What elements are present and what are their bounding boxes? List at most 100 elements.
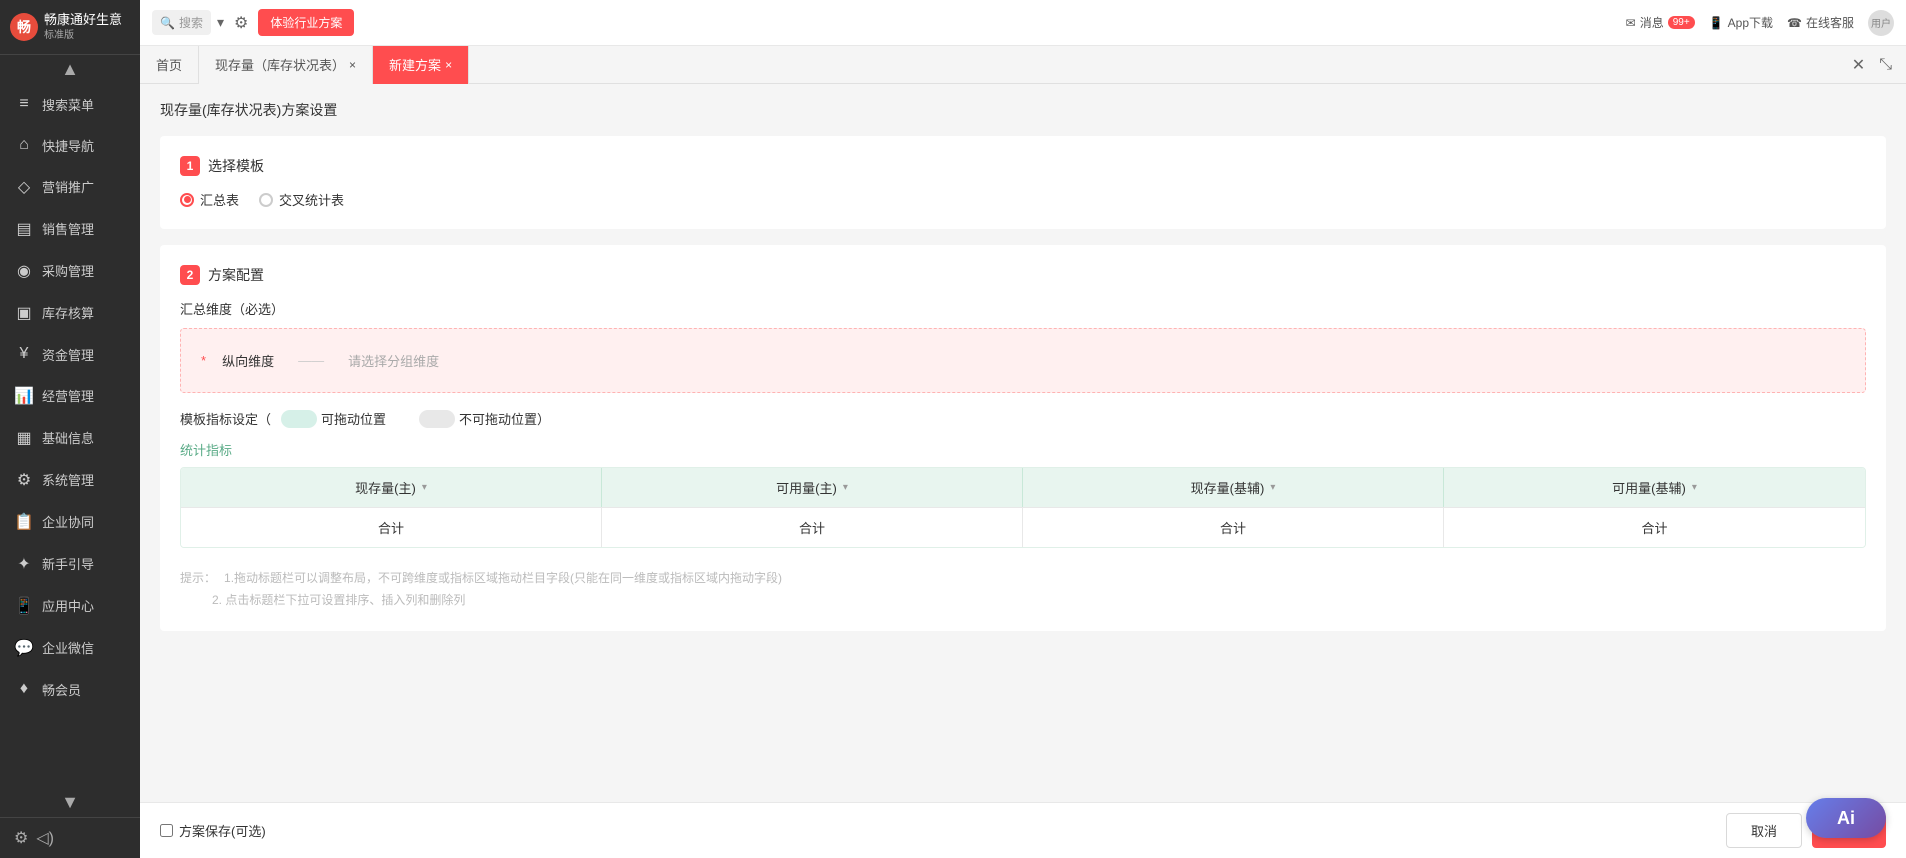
sidebar-item-label: 销售管理	[42, 219, 94, 238]
sidebar-scroll-up[interactable]: ▲	[0, 55, 140, 84]
sidebar-item-search-menu[interactable]: ≡ 搜索菜单	[0, 84, 140, 125]
sidebar-item-basic-info[interactable]: ▦ 基础信息	[0, 417, 140, 459]
sidebar-item-label: 库存核算	[42, 303, 94, 322]
customer-service-button[interactable]: ☎ 在线客服	[1787, 14, 1854, 31]
search-dropdown-button[interactable]: ▾	[217, 14, 224, 31]
step1-label: 1 选择模板	[180, 156, 1866, 176]
sidebar-item-finance[interactable]: ¥ 资金管理	[0, 334, 140, 375]
message-icon: ✉	[1626, 16, 1636, 30]
stats-th-3-label: 可用量(基辅)	[1612, 478, 1686, 497]
template-setting-middle	[396, 409, 409, 428]
tab-new-scheme[interactable]: 新建方案 ×	[373, 46, 469, 84]
close-button[interactable]: ✕	[1846, 51, 1871, 79]
messages-button[interactable]: ✉ 消息 99+	[1626, 14, 1695, 31]
search-menu-icon: ≡	[14, 95, 34, 113]
ai-fab-button[interactable]: Ai	[1806, 798, 1886, 838]
save-option-checkbox[interactable]	[160, 824, 173, 837]
sidebar-item-new-guide[interactable]: ✦ 新手引导	[0, 543, 140, 585]
sidebar: 畅 畅康通好生意 标准版 ▲ ≡ 搜索菜单 ⌂ 快捷导航 ◇ 营销推广 ▤ 销售…	[0, 0, 140, 858]
app-version: 标准版	[44, 29, 122, 42]
box-icon: ▣	[14, 303, 34, 323]
sidebar-scroll-down[interactable]: ▼	[0, 788, 140, 817]
sidebar-item-wechat[interactable]: 💬 企业微信	[0, 627, 140, 669]
step2-num: 2	[180, 265, 200, 285]
radio-cross[interactable]: 交叉统计表	[259, 190, 344, 209]
search-box[interactable]: 🔍 搜索	[152, 10, 211, 35]
hint-line-1: 2. 点击标题栏下拉可设置排序、插入列和删除列	[180, 590, 1866, 612]
stats-th-0[interactable]: 现存量(主) ▾	[181, 468, 602, 507]
stats-th-0-label: 现存量(主)	[355, 478, 416, 497]
step2-label: 2 方案配置	[180, 265, 1866, 285]
cancel-button[interactable]: 取消	[1726, 813, 1802, 848]
hint-text-0: 1.拖动标题栏可以调整布局，不可跨维度或指标区域拖动栏目字段(只能在同一维度或指…	[224, 568, 782, 590]
gift-icon: ◇	[14, 177, 34, 197]
tab-new-scheme-close[interactable]: ×	[445, 58, 452, 72]
sidebar-item-label: 应用中心	[42, 596, 94, 615]
sidebar-item-member[interactable]: ♦ 畅会员	[0, 669, 140, 710]
sound-icon[interactable]: ◁)	[36, 828, 54, 848]
system-icon: ⚙	[14, 470, 34, 490]
content-area: 现存量(库存状况表)方案设置 1 选择模板 汇总表 交叉统计表 2	[140, 84, 1906, 802]
stats-table: 现存量(主) ▾ 可用量(主) ▾ 现存量(基辅) ▾ 可用量(基辅)	[180, 467, 1866, 548]
sidebar-item-cooperation[interactable]: 📋 企业协同	[0, 501, 140, 543]
sidebar-item-label: 畅会员	[42, 680, 81, 699]
sidebar-item-inventory[interactable]: ▣ 库存核算	[0, 292, 140, 334]
dimension-separator: ——	[298, 353, 324, 368]
radio-summary[interactable]: 汇总表	[180, 190, 239, 209]
stats-section-label: 统计指标	[180, 440, 1866, 459]
step2-title: 方案配置	[208, 265, 264, 285]
step1-card: 1 选择模板 汇总表 交叉统计表	[160, 136, 1886, 229]
avatar[interactable]: 用户	[1868, 10, 1894, 36]
sidebar-item-label: 系统管理	[42, 470, 94, 489]
trial-industry-button[interactable]: 体验行业方案	[258, 9, 354, 36]
sidebar-item-quick-nav[interactable]: ⌂ 快捷导航	[0, 125, 140, 166]
stats-th-2-label: 现存量(基辅)	[1191, 478, 1265, 497]
settings-icon[interactable]: ⚙	[14, 828, 28, 848]
cooperation-icon: 📋	[14, 512, 34, 532]
app-name: 畅康通好生意	[44, 12, 122, 29]
headset-icon: ☎	[1787, 16, 1802, 30]
chevron-down-icon-0: ▾	[422, 482, 427, 493]
sidebar-item-marketing[interactable]: ◇ 营销推广	[0, 166, 140, 208]
template-setting: 模板指标设定（ 可拖动位置 不可拖动位置）	[180, 409, 1866, 428]
sidebar-item-operation[interactable]: 📊 经营管理	[0, 375, 140, 417]
sidebar-item-label: 新手引导	[42, 554, 94, 573]
operation-icon: 📊	[14, 386, 34, 406]
tab-inventory-status-label: 现存量（库存状况表）	[215, 55, 345, 74]
logo-icon: 畅	[10, 13, 38, 41]
expand-button[interactable]: ⤡	[1873, 52, 1898, 78]
app-download-button[interactable]: 📱 App下载	[1709, 14, 1773, 31]
phone-icon: 📱	[1709, 16, 1724, 30]
hint-line-0: 提示： 1.拖动标题栏可以调整布局，不可跨维度或指标区域拖动栏目字段(只能在同一…	[180, 568, 1866, 590]
stats-th-3[interactable]: 可用量(基辅) ▾	[1444, 468, 1865, 507]
member-icon: ♦	[14, 680, 34, 698]
info-icon: ▦	[14, 428, 34, 448]
wechat-icon: 💬	[14, 638, 34, 658]
template-radio-group: 汇总表 交叉统计表	[180, 190, 1866, 209]
tab-inventory-status-close[interactable]: ×	[349, 58, 356, 72]
stats-th-2[interactable]: 现存量(基辅) ▾	[1023, 468, 1444, 507]
stats-td-3: 合计	[1444, 507, 1865, 547]
search-icon: 🔍	[160, 16, 175, 30]
app-logo: 畅 畅康通好生意 标准版	[0, 0, 140, 55]
no-drag-label: 不可拖动位置）	[459, 409, 550, 428]
sidebar-item-purchase[interactable]: ◉ 采购管理	[0, 250, 140, 292]
sidebar-item-label: 经营管理	[42, 386, 94, 405]
customer-service-label: 在线客服	[1806, 14, 1854, 31]
sidebar-item-sales[interactable]: ▤ 销售管理	[0, 208, 140, 250]
guide-icon: ✦	[14, 554, 34, 574]
dimension-placeholder[interactable]: 请选择分组维度	[348, 351, 439, 370]
save-option-label: 方案保存(可选)	[179, 821, 266, 840]
sidebar-item-system[interactable]: ⚙ 系统管理	[0, 459, 140, 501]
sidebar-scroll: ≡ 搜索菜单 ⌂ 快捷导航 ◇ 营销推广 ▤ 销售管理 ◉ 采购管理 ▣ 库存核…	[0, 84, 140, 788]
stats-th-1[interactable]: 可用量(主) ▾	[602, 468, 1023, 507]
ai-fab-label: Ai	[1837, 808, 1855, 829]
tab-inventory-status[interactable]: 现存量（库存状况表） ×	[199, 46, 373, 84]
dim-section-label: 汇总维度（必选）	[180, 299, 1866, 318]
hint-title: 提示：	[180, 568, 216, 590]
sidebar-item-app-center[interactable]: 📱 应用中心	[0, 585, 140, 627]
sidebar-item-label: 基础信息	[42, 428, 94, 447]
no-drag-badge-box	[419, 410, 455, 428]
tab-home[interactable]: 首页	[140, 46, 199, 84]
gear-button[interactable]: ⚙	[230, 9, 252, 37]
